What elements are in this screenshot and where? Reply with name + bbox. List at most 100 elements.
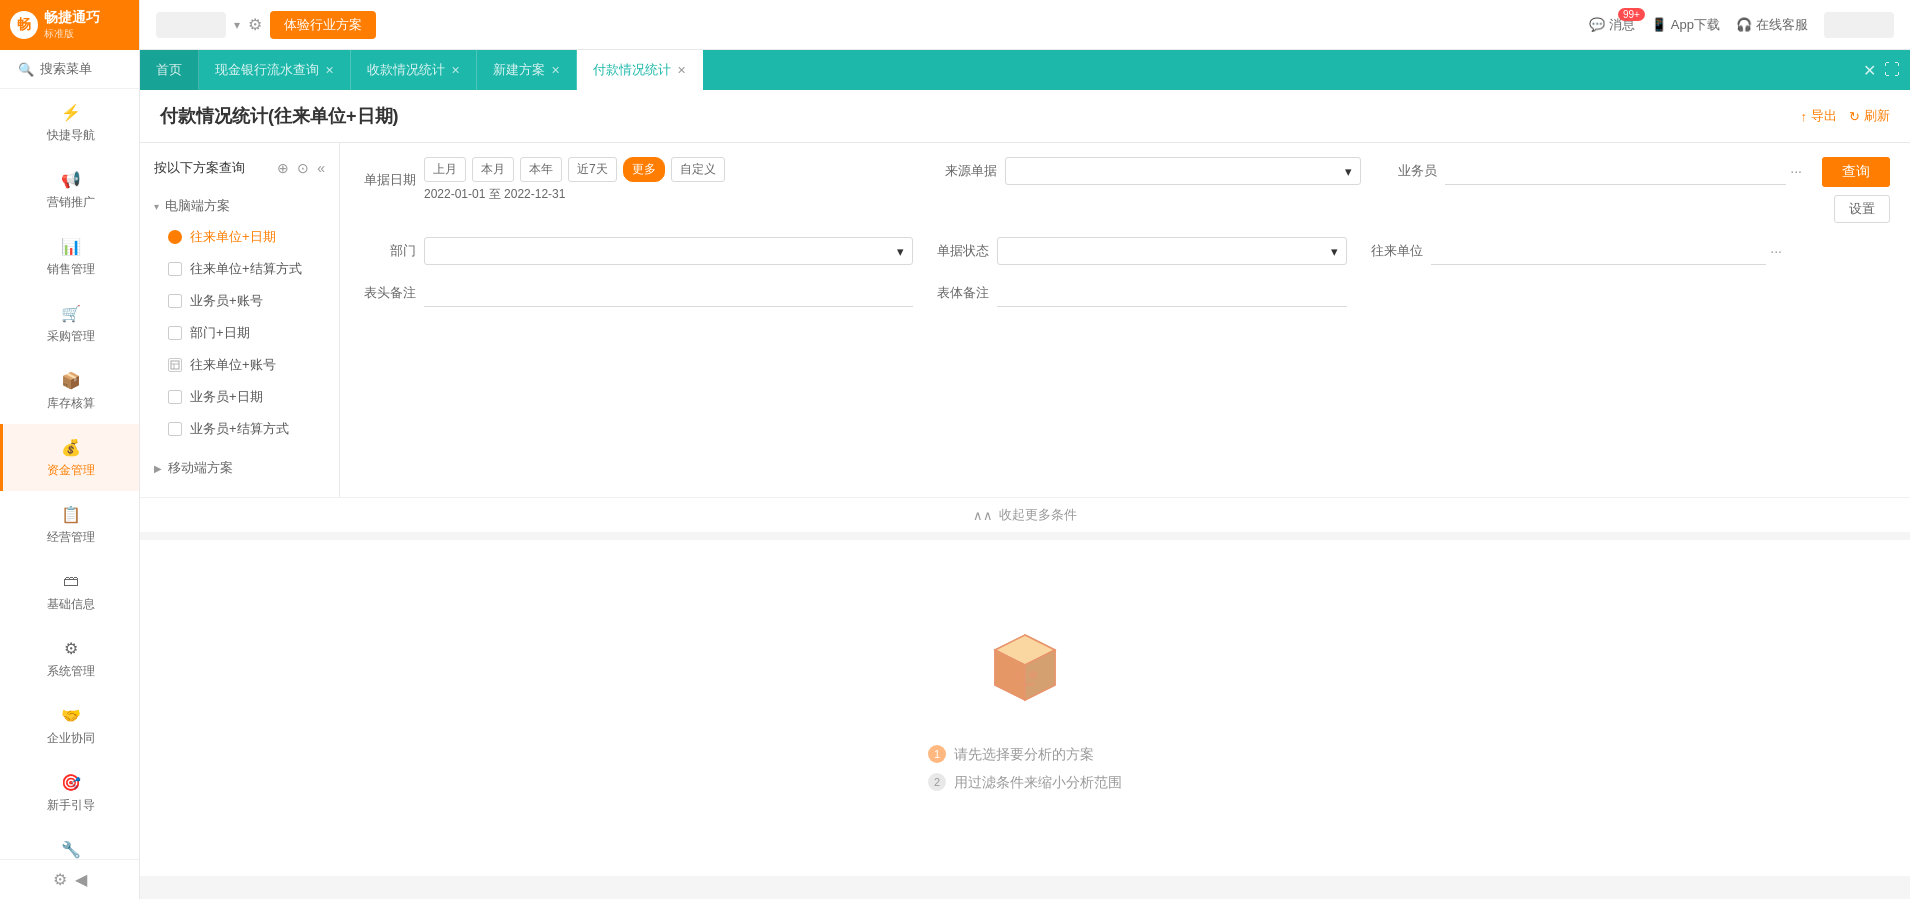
sidebar-item-inventory[interactable]: 📦 库存核算: [0, 357, 139, 424]
date-options: 上月 本月 本年 近7天 更多 自定义: [424, 157, 921, 182]
salesman-input[interactable]: [1445, 157, 1786, 185]
header-note-input[interactable]: [424, 279, 913, 307]
partner-dots-btn[interactable]: ···: [1770, 243, 1782, 259]
query-btn[interactable]: 查询: [1822, 157, 1890, 187]
dept-control: ▾: [424, 237, 913, 265]
tab-payment-stats-close[interactable]: ✕: [677, 64, 686, 77]
date-btn-custom[interactable]: 自定义: [671, 157, 725, 182]
chevron-right-icon: ▶: [154, 463, 162, 474]
scheme-group-mobile-title[interactable]: ▶ 移动端方案: [140, 453, 339, 483]
sidebar-item-system[interactable]: ⚙ 系统管理: [0, 625, 139, 692]
export-btn[interactable]: ↑ 导出: [1801, 107, 1838, 125]
collapse-btn[interactable]: ∧∧ 收起更多条件: [140, 497, 1910, 532]
tab-collection-stats[interactable]: 收款情况统计 ✕: [351, 50, 477, 90]
filter-row-1: 单据日期 上月 本月 本年 近7天 更多 自定义: [360, 157, 1890, 223]
scheme-item-icon: [168, 262, 182, 276]
scheme-group-desktop-title[interactable]: ▾ 电脑端方案: [140, 191, 339, 221]
tab-new-scheme[interactable]: 新建方案 ✕: [477, 50, 577, 90]
partner-input[interactable]: [1431, 237, 1766, 265]
filter-field-doc-status: 单据状态 ▾: [933, 237, 1348, 265]
source-dropdown-icon: ▾: [1345, 164, 1352, 179]
tip-item-1: 1 请先选择要分析的方案: [928, 740, 1122, 768]
tab-home[interactable]: 首页: [140, 50, 199, 90]
tab-close-all-btn[interactable]: ✕: [1863, 61, 1876, 80]
scheme-collapse-btn[interactable]: «: [317, 160, 325, 176]
tab-fullscreen-btn[interactable]: ⛶: [1884, 61, 1900, 79]
scheme-active-icon: [168, 230, 182, 244]
sidebar-item-purchase[interactable]: 🛒 采购管理: [0, 290, 139, 357]
scheme-item-partner-date[interactable]: 往来单位+日期: [140, 221, 339, 253]
export-icon: ↑: [1801, 109, 1808, 124]
tab-new-scheme-close[interactable]: ✕: [551, 64, 560, 77]
sidebar-item-marketing[interactable]: 📢 营销推广: [0, 156, 139, 223]
scheme-settings-btn[interactable]: ⊙: [297, 160, 309, 176]
sidebar-item-guide[interactable]: 🎯 新手引导: [0, 759, 139, 826]
scheme-item-partner-settle[interactable]: 往来单位+结算方式: [140, 253, 339, 285]
tab-collection-stats-close[interactable]: ✕: [451, 64, 460, 77]
source-select[interactable]: ▾: [1005, 157, 1362, 185]
sidebar-item-basic[interactable]: 🗃 基础信息: [0, 558, 139, 625]
scheme-item-label: 业务员+账号: [190, 292, 263, 310]
tabbar: 首页 现金银行流水查询 ✕ 收款情况统计 ✕ 新建方案 ✕ 付款情况统计 ✕ ✕…: [140, 50, 1910, 90]
messages-btn[interactable]: 💬 消息 99+: [1589, 16, 1635, 34]
trial-button[interactable]: 体验行业方案: [270, 11, 376, 39]
app-download-btn[interactable]: 📱 App下载: [1651, 16, 1720, 34]
scheme-item-dept-date[interactable]: 部门+日期: [140, 317, 339, 349]
scheme-item-salesman-account[interactable]: 业务员+账号: [140, 285, 339, 317]
date-btn-this-month[interactable]: 本月: [472, 157, 514, 182]
topbar-settings-icon[interactable]: ⚙: [248, 15, 262, 34]
sidebar-item-quick-nav[interactable]: ⚡ 快捷导航: [0, 89, 139, 156]
tab-payment-stats[interactable]: 付款情况统计 ✕: [577, 50, 703, 90]
filter-row-3: 表头备注 表体备注: [360, 279, 1890, 307]
scheme-add-btn[interactable]: ⊕: [277, 160, 289, 176]
date-btn-more[interactable]: 更多: [623, 157, 665, 182]
scheme-group-mobile-label: 移动端方案: [168, 459, 233, 477]
sidebar-item-sales[interactable]: 📊 销售管理: [0, 223, 139, 290]
tab-home-label: 首页: [156, 61, 182, 79]
search-icon: 🔍: [18, 62, 34, 77]
salesman-dots-btn[interactable]: ···: [1790, 163, 1802, 179]
body-note-input[interactable]: [997, 279, 1348, 307]
tab-cash-flow[interactable]: 现金银行流水查询 ✕: [199, 50, 351, 90]
tab-payment-stats-label: 付款情况统计: [593, 61, 671, 79]
page-actions: ↑ 导出 ↻ 刷新: [1801, 107, 1891, 125]
scheme-item-salesman-settle[interactable]: 业务员+结算方式: [140, 413, 339, 445]
tip-num-1: 1: [928, 745, 946, 763]
sidebar-nav: ⚡ 快捷导航 📢 营销推广 📊 销售管理 🛒 采购管理 📦 库存核算 💰: [0, 89, 139, 859]
svg-point-7: [1013, 671, 1021, 679]
settings-icon[interactable]: ⚙: [53, 870, 67, 889]
scheme-group-desktop-label: 电脑端方案: [165, 197, 230, 215]
sidebar: 畅 畅捷通巧 标准版 🔍 搜索菜单 ⚡ 快捷导航 📢 营销推广 📊 销售管理: [0, 0, 140, 899]
topbar-dropdown-icon[interactable]: ▾: [234, 18, 240, 32]
sidebar-item-cooperation[interactable]: 🤝 企业协同: [0, 692, 139, 759]
scheme-group-desktop: ▾ 电脑端方案 往来单位+日期 往来单位+结算方式: [140, 187, 339, 449]
collapse-icon[interactable]: ◀: [75, 870, 87, 889]
scheme-item-label: 部门+日期: [190, 324, 250, 342]
svg-rect-9: [1015, 683, 1035, 686]
page-header: 付款情况统计(往来单位+日期) ↑ 导出 ↻ 刷新: [140, 90, 1910, 143]
date-btn-7days[interactable]: 近7天: [568, 157, 617, 182]
online-service-label: 在线客服: [1756, 16, 1808, 34]
quick-nav-icon: ⚡: [60, 101, 82, 123]
sidebar-item-finance[interactable]: 💰 资金管理: [0, 424, 139, 491]
sidebar-item-hardware[interactable]: 🔧 智能硬件: [0, 826, 139, 859]
tab-cash-flow-close[interactable]: ✕: [325, 64, 334, 77]
tab-cash-flow-label: 现金银行流水查询: [215, 61, 319, 79]
doc-status-select[interactable]: ▾: [997, 237, 1348, 265]
sidebar-search[interactable]: 🔍 搜索菜单: [0, 50, 139, 89]
filter-settings-btn[interactable]: 设置: [1834, 195, 1890, 223]
purchase-icon: 🛒: [60, 302, 82, 324]
date-btn-last-month[interactable]: 上月: [424, 157, 466, 182]
scheme-item-salesman-date[interactable]: 业务员+日期: [140, 381, 339, 413]
scheme-header: 按以下方案查询 ⊕ ⊙ «: [140, 153, 339, 187]
refresh-btn[interactable]: ↻ 刷新: [1849, 107, 1890, 125]
operation-icon: 📋: [60, 503, 82, 525]
cube-icon: [975, 620, 1075, 720]
source-label: 来源单据: [941, 162, 997, 180]
export-label: 导出: [1811, 107, 1837, 125]
scheme-item-partner-account[interactable]: 往来单位+账号: [140, 349, 339, 381]
date-btn-this-year[interactable]: 本年: [520, 157, 562, 182]
sidebar-item-operation[interactable]: 📋 经营管理: [0, 491, 139, 558]
dept-select[interactable]: ▾: [424, 237, 913, 265]
online-service-btn[interactable]: 🎧 在线客服: [1736, 16, 1808, 34]
